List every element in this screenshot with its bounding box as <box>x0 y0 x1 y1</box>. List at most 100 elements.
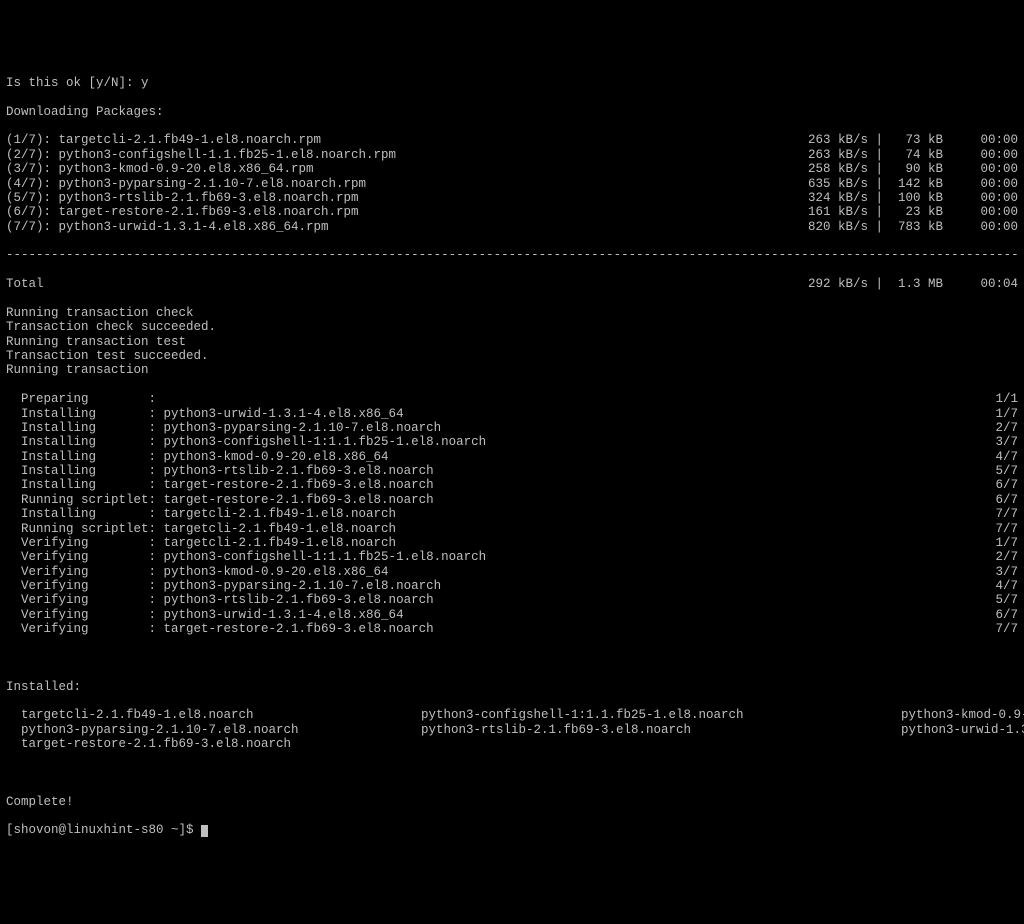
transaction-label: Verifying : python3-kmod-0.9-20.el8.x86_… <box>6 565 389 579</box>
status-line: Running transaction <box>6 363 1018 377</box>
download-stats: 161 kB/s | 23 kB 00:00 <box>800 205 1018 219</box>
confirm-prompt: Is this ok [y/N]: y <box>6 76 1018 90</box>
transaction-progress: 5/7 <box>995 593 1018 607</box>
transaction-label: Preparing : <box>6 392 164 406</box>
transaction-progress: 2/7 <box>995 421 1018 435</box>
download-name: (3/7): python3-kmod-0.9-20.el8.x86_64.rp… <box>6 162 314 176</box>
transaction-label: Installing : python3-kmod-0.9-20.el8.x86… <box>6 450 389 464</box>
download-row: (6/7): target-restore-2.1.fb69-3.el8.noa… <box>6 205 1018 219</box>
transaction-row: Installing : python3-kmod-0.9-20.el8.x86… <box>6 450 1018 464</box>
transaction-label: Verifying : python3-configshell-1:1.1.fb… <box>6 550 486 564</box>
transaction-label: Verifying : targetcli-2.1.fb49-1.el8.noa… <box>6 536 396 550</box>
blank-line <box>6 651 1018 665</box>
status-lines: Running transaction checkTransaction che… <box>6 306 1018 378</box>
blank-line <box>6 766 1018 780</box>
download-name: (5/7): python3-rtslib-2.1.fb69-3.el8.noa… <box>6 191 359 205</box>
transaction-progress: 6/7 <box>995 493 1018 507</box>
download-name: (2/7): python3-configshell-1.1.fb25-1.el… <box>6 148 396 162</box>
transaction-progress: 5/7 <box>995 464 1018 478</box>
complete-line: Complete! <box>6 795 1018 809</box>
status-line: Running transaction check <box>6 306 1018 320</box>
transaction-progress: 4/7 <box>995 450 1018 464</box>
transaction-row: Installing : python3-urwid-1.3.1-4.el8.x… <box>6 407 1018 421</box>
transaction-row: Installing : target-restore-2.1.fb69-3.e… <box>6 478 1018 492</box>
transaction-progress: 3/7 <box>995 435 1018 449</box>
transaction-progress: 1/1 <box>995 392 1018 406</box>
transaction-row: Verifying : python3-configshell-1:1.1.fb… <box>6 550 1018 564</box>
download-row: (4/7): python3-pyparsing-2.1.10-7.el8.no… <box>6 177 1018 191</box>
transaction-label: Installing : python3-pyparsing-2.1.10-7.… <box>6 421 441 435</box>
transaction-row: Installing : python3-configshell-1:1.1.f… <box>6 435 1018 449</box>
transaction-progress: 1/7 <box>995 407 1018 421</box>
download-name: (7/7): python3-urwid-1.3.1-4.el8.x86_64.… <box>6 220 329 234</box>
download-row: (7/7): python3-urwid-1.3.1-4.el8.x86_64.… <box>6 220 1018 234</box>
shell-prompt-line[interactable]: [shovon@linuxhint-s80 ~]$ <box>6 823 1018 837</box>
download-row: (2/7): python3-configshell-1.1.fb25-1.el… <box>6 148 1018 162</box>
downloads-list: (1/7): targetcli-2.1.fb49-1.el8.noarch.r… <box>6 133 1018 234</box>
transaction-row: Running scriptlet: targetcli-2.1.fb49-1.… <box>6 522 1018 536</box>
download-row: (5/7): python3-rtslib-2.1.fb69-3.el8.noa… <box>6 191 1018 205</box>
transaction-progress: 7/7 <box>995 522 1018 536</box>
transaction-progress: 2/7 <box>995 550 1018 564</box>
download-name: (4/7): python3-pyparsing-2.1.10-7.el8.no… <box>6 177 366 191</box>
transaction-row: Verifying : python3-kmod-0.9-20.el8.x86_… <box>6 565 1018 579</box>
separator: ----------------------------------------… <box>6 248 1018 262</box>
status-line: Transaction check succeeded. <box>6 320 1018 334</box>
download-stats: 635 kB/s | 142 kB 00:00 <box>800 177 1018 191</box>
transaction-steps: Preparing : 1/1 Installing : python3-urw… <box>6 392 1018 636</box>
total-stats: 292 kB/s | 1.3 MB 00:04 <box>800 277 1018 291</box>
transaction-label: Verifying : python3-urwid-1.3.1-4.el8.x8… <box>6 608 404 622</box>
transaction-row: Installing : python3-rtslib-2.1.fb69-3.e… <box>6 464 1018 478</box>
installed-pkg <box>886 737 1024 751</box>
transaction-label: Installing : python3-urwid-1.3.1-4.el8.x… <box>6 407 404 421</box>
download-stats: 820 kB/s | 783 kB 00:00 <box>800 220 1018 234</box>
download-stats: 263 kB/s | 73 kB 00:00 <box>800 133 1018 147</box>
transaction-progress: 7/7 <box>995 622 1018 636</box>
installed-packages: targetcli-2.1.fb49-1.el8.noarch python3-… <box>6 708 1018 751</box>
transaction-row: Verifying : target-restore-2.1.fb69-3.el… <box>6 622 1018 636</box>
download-stats: 258 kB/s | 90 kB 00:00 <box>800 162 1018 176</box>
total-label: Total <box>6 277 44 291</box>
transaction-row: Preparing : 1/1 <box>6 392 1018 406</box>
installed-pkg: targetcli-2.1.fb49-1.el8.noarch <box>6 708 406 722</box>
download-name: (1/7): targetcli-2.1.fb49-1.el8.noarch.r… <box>6 133 321 147</box>
status-line: Running transaction test <box>6 335 1018 349</box>
transaction-label: Installing : python3-configshell-1:1.1.f… <box>6 435 486 449</box>
transaction-row: Verifying : python3-pyparsing-2.1.10-7.e… <box>6 579 1018 593</box>
transaction-row: Installing : python3-pyparsing-2.1.10-7.… <box>6 421 1018 435</box>
transaction-label: Running scriptlet: targetcli-2.1.fb49-1.… <box>6 522 396 536</box>
transaction-row: Running scriptlet: target-restore-2.1.fb… <box>6 493 1018 507</box>
transaction-label: Verifying : target-restore-2.1.fb69-3.el… <box>6 622 434 636</box>
transaction-progress: 3/7 <box>995 565 1018 579</box>
transaction-row: Verifying : targetcli-2.1.fb49-1.el8.noa… <box>6 536 1018 550</box>
download-row: (3/7): python3-kmod-0.9-20.el8.x86_64.rp… <box>6 162 1018 176</box>
transaction-progress: 7/7 <box>995 507 1018 521</box>
installed-pkg <box>406 737 886 751</box>
download-row: (1/7): targetcli-2.1.fb49-1.el8.noarch.r… <box>6 133 1018 147</box>
status-line: Transaction test succeeded. <box>6 349 1018 363</box>
installed-header: Installed: <box>6 680 1018 694</box>
installed-pkg: target-restore-2.1.fb69-3.el8.noarch <box>6 737 406 751</box>
transaction-label: Installing : targetcli-2.1.fb49-1.el8.no… <box>6 507 396 521</box>
installed-pkg: python3-kmod-0.9-20.el8.x86_64 <box>886 708 1024 722</box>
installed-pkg: python3-urwid-1.3.1-4.el8.x86_64 <box>886 723 1024 737</box>
transaction-row: Installing : targetcli-2.1.fb49-1.el8.no… <box>6 507 1018 521</box>
downloading-header: Downloading Packages: <box>6 105 1018 119</box>
installed-pkg: python3-configshell-1:1.1.fb25-1.el8.noa… <box>406 708 886 722</box>
transaction-progress: 4/7 <box>995 579 1018 593</box>
transaction-progress: 1/7 <box>995 536 1018 550</box>
installed-pkg: python3-rtslib-2.1.fb69-3.el8.noarch <box>406 723 886 737</box>
shell-prompt: [shovon@linuxhint-s80 ~]$ <box>6 823 201 837</box>
transaction-progress: 6/7 <box>995 478 1018 492</box>
download-name: (6/7): target-restore-2.1.fb69-3.el8.noa… <box>6 205 359 219</box>
total-row: Total 292 kB/s | 1.3 MB 00:04 <box>6 277 1018 291</box>
transaction-label: Installing : target-restore-2.1.fb69-3.e… <box>6 478 434 492</box>
transaction-label: Verifying : python3-pyparsing-2.1.10-7.e… <box>6 579 441 593</box>
download-stats: 324 kB/s | 100 kB 00:00 <box>800 191 1018 205</box>
terminal-output[interactable]: Is this ok [y/N]: y Downloading Packages… <box>6 62 1018 853</box>
transaction-label: Verifying : python3-rtslib-2.1.fb69-3.el… <box>6 593 434 607</box>
transaction-label: Running scriptlet: target-restore-2.1.fb… <box>6 493 434 507</box>
download-stats: 263 kB/s | 74 kB 00:00 <box>800 148 1018 162</box>
transaction-row: Verifying : python3-urwid-1.3.1-4.el8.x8… <box>6 608 1018 622</box>
transaction-progress: 6/7 <box>995 608 1018 622</box>
